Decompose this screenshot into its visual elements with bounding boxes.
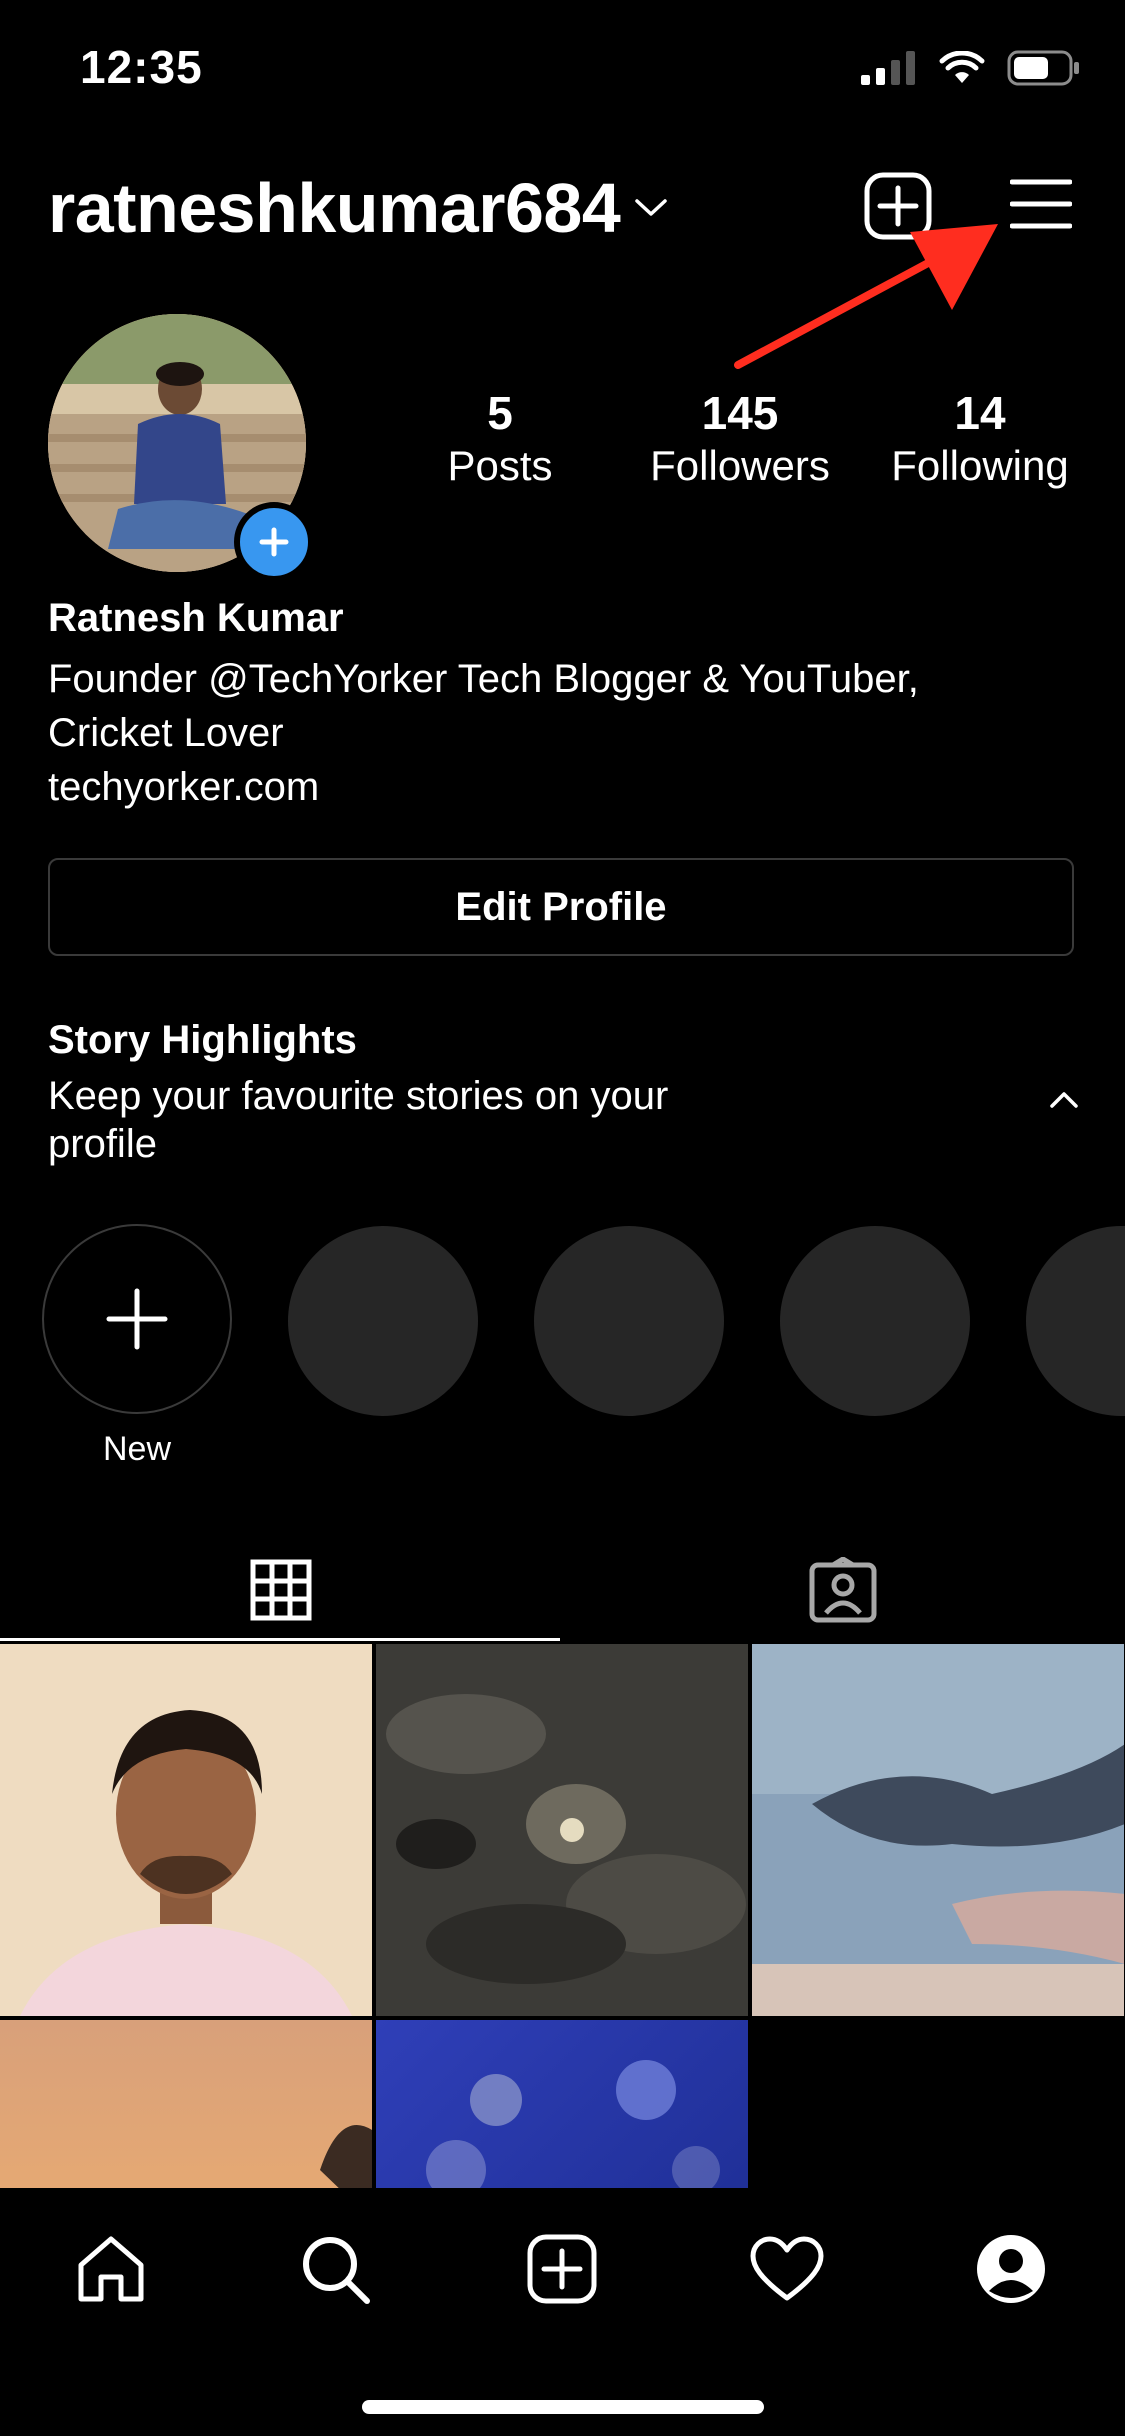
highlights-subtitle-line: profile: [48, 1122, 157, 1166]
highlight-placeholder: [534, 1226, 724, 1416]
highlights-subtitle: Keep your favourite stories on your prof…: [48, 1072, 788, 1168]
highlights-title: Story Highlights: [48, 1018, 357, 1062]
home-icon: [78, 2236, 144, 2302]
profile-name: Ratnesh Kumar: [48, 596, 344, 640]
nav-new-post[interactable]: [517, 2224, 607, 2314]
nav-home[interactable]: [66, 2224, 156, 2314]
nav-profile[interactable]: [966, 2224, 1056, 2314]
wifi-icon: [939, 51, 985, 83]
highlights-subtitle-line: Keep your favourite stories on your: [48, 1074, 669, 1118]
collapse-highlights-button[interactable]: [1048, 1090, 1080, 1115]
stat-label: Followers: [650, 442, 830, 489]
nav-activity[interactable]: [742, 2224, 832, 2314]
new-post-icon: [527, 2234, 597, 2304]
status-icons: [861, 50, 1081, 86]
active-tab-indicator: [0, 1638, 560, 1641]
add-story-button[interactable]: [234, 502, 314, 582]
new-highlight-label: New: [102, 1430, 172, 1468]
battery-icon: [1007, 50, 1079, 86]
post-thumbnail[interactable]: [752, 1644, 1124, 2016]
bio-line: Cricket Lover: [48, 711, 284, 755]
account-switcher[interactable]: ratneshkumar684: [48, 168, 668, 248]
cellular-signal-icon: [861, 51, 915, 85]
highlight-placeholder: [780, 1226, 970, 1416]
highlight-placeholder: [288, 1226, 478, 1416]
following-count[interactable]: 14 Following: [870, 386, 1090, 492]
stat-number: 5: [487, 387, 513, 439]
username: ratneshkumar684: [48, 169, 621, 247]
chevron-down-icon: [635, 199, 668, 216]
nav-search[interactable]: [290, 2224, 380, 2314]
website-link[interactable]: techyorker.com: [48, 760, 319, 814]
profile-icon: [977, 2235, 1045, 2303]
post-image: [752, 1644, 1124, 2016]
bio-line: Founder @TechYorker Tech Blogger & YouTu…: [48, 657, 919, 701]
highlight-placeholder: [1026, 1226, 1125, 1416]
tagged-icon: [809, 1557, 877, 1623]
stat-number: 14: [954, 387, 1006, 439]
stat-number: 145: [701, 387, 779, 439]
chevron-up-icon: [1050, 1092, 1078, 1108]
post-thumbnail[interactable]: [0, 1644, 372, 2016]
post-thumbnail[interactable]: [376, 1644, 748, 2016]
plus-icon: [259, 527, 289, 557]
post-image: [0, 1644, 372, 2016]
home-indicator: [362, 2400, 764, 2414]
edit-profile-button[interactable]: Edit Profile: [48, 858, 1074, 956]
grid-icon: [250, 1559, 312, 1621]
status-time: 12:35: [80, 41, 203, 93]
posts-count[interactable]: 5 Posts: [420, 386, 580, 492]
followers-count[interactable]: 145 Followers: [630, 386, 850, 492]
post-image: [376, 1644, 748, 2016]
tab-tagged[interactable]: [562, 1540, 1124, 1640]
stat-label: Posts: [447, 442, 553, 489]
search-icon: [303, 2237, 370, 2304]
plus-icon: [106, 1288, 168, 1350]
stat-label: Following: [891, 442, 1069, 489]
annotation-arrow-icon: [734, 224, 998, 369]
heart-icon: [750, 2236, 824, 2301]
tab-grid[interactable]: [0, 1540, 562, 1640]
new-highlight-button[interactable]: [42, 1224, 232, 1414]
